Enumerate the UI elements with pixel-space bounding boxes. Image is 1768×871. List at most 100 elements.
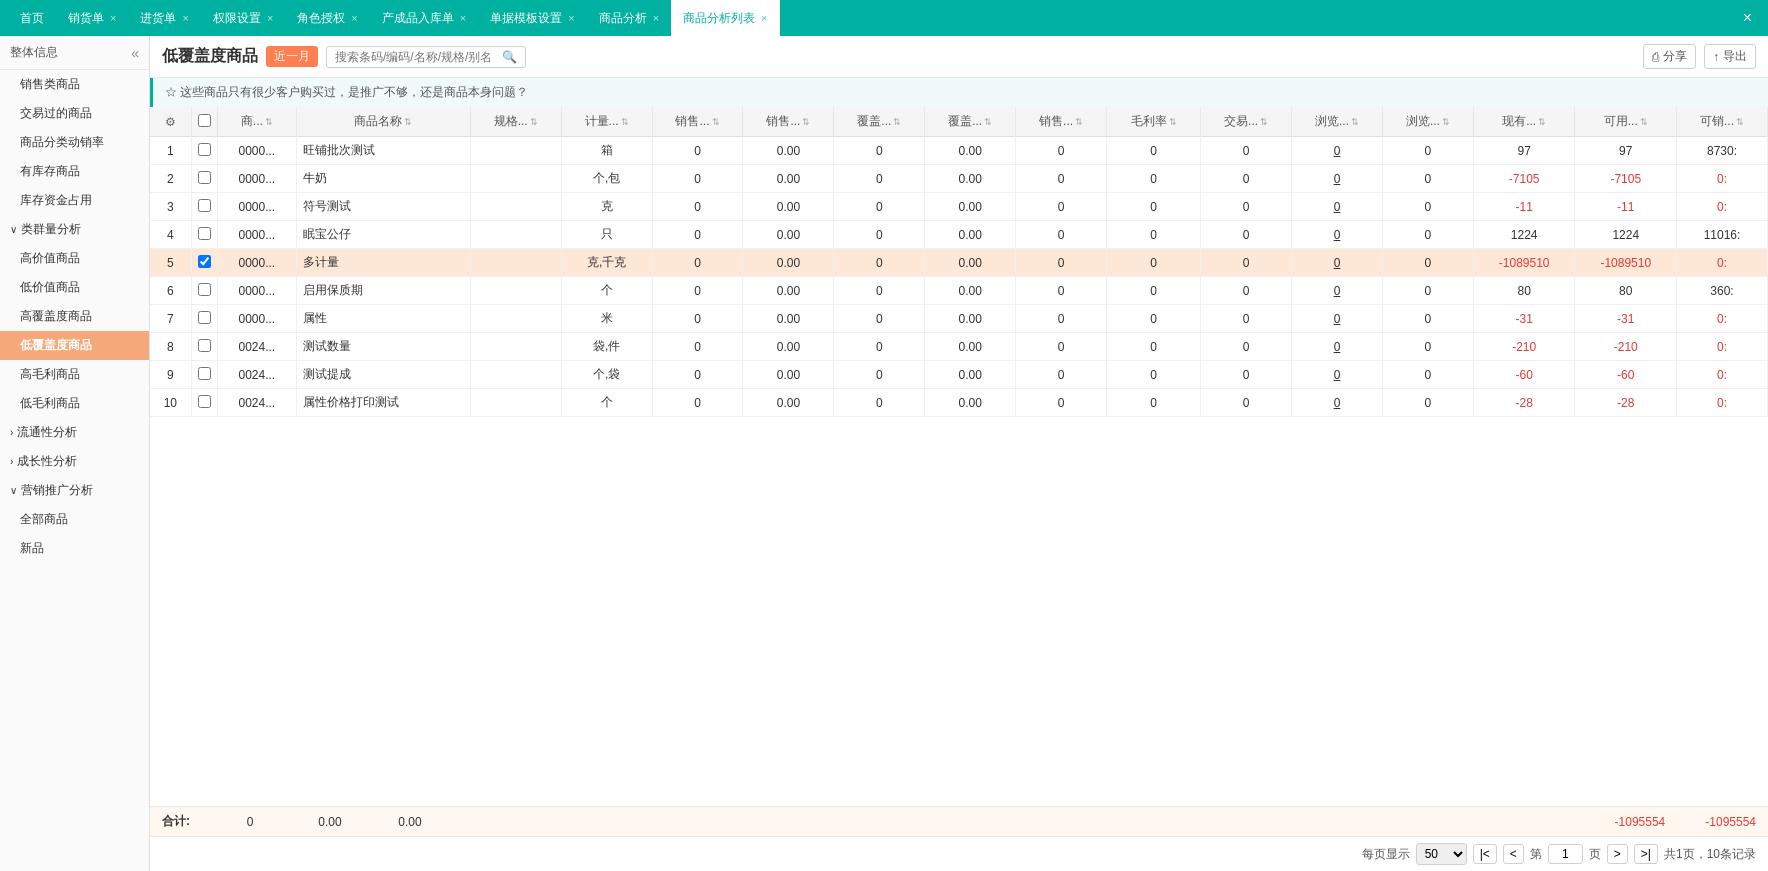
col-stock2[interactable]: 可用...⇅ [1575, 107, 1677, 137]
col-gross-margin[interactable]: 毛利率⇅ [1107, 107, 1201, 137]
cell-checkbox[interactable] [191, 221, 217, 249]
col-code[interactable]: 商...⇅ [217, 107, 296, 137]
view1-link[interactable]: 0 [1334, 284, 1341, 298]
select-all-checkbox[interactable] [198, 114, 211, 127]
page-number-input[interactable] [1548, 844, 1583, 864]
nav-permission-settings-close[interactable]: × [267, 12, 273, 24]
nav-finished-product[interactable]: 产成品入库单 × [370, 0, 478, 36]
per-page-select[interactable]: 50 100 200 [1416, 843, 1467, 865]
cell-checkbox[interactable] [191, 137, 217, 165]
cell-view1[interactable]: 0 [1292, 277, 1383, 305]
col-settings[interactable]: ⚙ [150, 107, 191, 137]
view1-link[interactable]: 0 [1334, 172, 1341, 186]
cell-view1[interactable]: 0 [1292, 165, 1383, 193]
col-name[interactable]: 商品名称⇅ [296, 107, 470, 137]
time-filter-button[interactable]: 近一月 [266, 46, 318, 67]
sidebar-item-new-goods[interactable]: 新品 [0, 534, 149, 563]
sidebar-item-high-value[interactable]: 高价值商品 [0, 244, 149, 273]
nav-template-settings-close[interactable]: × [568, 12, 574, 24]
cell-view1[interactable]: 0 [1292, 193, 1383, 221]
cell-checkbox[interactable] [191, 193, 217, 221]
nav-role-auth[interactable]: 角色授权 × [285, 0, 369, 36]
nav-product-analysis-close[interactable]: × [653, 12, 659, 24]
nav-sales-order-close[interactable]: × [110, 12, 116, 24]
share-button[interactable]: ⎙ 分享 [1643, 44, 1696, 69]
col-cover1[interactable]: 覆盖...⇅ [834, 107, 925, 137]
nav-close-all[interactable]: × [1735, 9, 1760, 27]
export-button[interactable]: ↑ 导出 [1704, 44, 1756, 69]
col-sales-amt[interactable]: 销售...⇅ [743, 107, 834, 137]
cell-view1[interactable]: 0 [1292, 361, 1383, 389]
cell-checkbox[interactable] [191, 165, 217, 193]
sidebar-item-high-margin[interactable]: 高毛利商品 [0, 360, 149, 389]
cell-checkbox[interactable] [191, 277, 217, 305]
nav-product-analysis-list[interactable]: 商品分析列表 × [671, 0, 779, 36]
sidebar-collapse-icon[interactable]: « [131, 45, 139, 61]
col-trade[interactable]: 交易...⇅ [1201, 107, 1292, 137]
col-cover2[interactable]: 覆盖...⇅ [925, 107, 1016, 137]
col-unit[interactable]: 计量...⇅ [561, 107, 652, 137]
nav-product-analysis-list-close[interactable]: × [761, 12, 767, 24]
nav-purchase-order-close[interactable]: × [182, 12, 188, 24]
sidebar-item-sales-goods[interactable]: 销售类商品 [0, 70, 149, 99]
pagination-last[interactable]: >| [1634, 844, 1658, 864]
view1-link[interactable]: 0 [1334, 312, 1341, 326]
nav-purchase-order[interactable]: 进货单 × [128, 0, 200, 36]
row-checkbox[interactable] [198, 171, 211, 184]
view1-link[interactable]: 0 [1334, 256, 1341, 270]
row-checkbox[interactable] [198, 199, 211, 212]
nav-template-settings[interactable]: 单据模板设置 × [478, 0, 586, 36]
nav-sales-order[interactable]: 销货单 × [56, 0, 128, 36]
nav-role-auth-close[interactable]: × [351, 12, 357, 24]
cell-view1[interactable]: 0 [1292, 333, 1383, 361]
view1-link[interactable]: 0 [1334, 340, 1341, 354]
cell-checkbox[interactable] [191, 249, 217, 277]
view1-link[interactable]: 0 [1334, 200, 1341, 214]
pagination-next[interactable]: > [1607, 844, 1628, 864]
sidebar-item-category-turnover[interactable]: 商品分类动销率 [0, 128, 149, 157]
sidebar-item-stock-capital[interactable]: 库存资金占用 [0, 186, 149, 215]
sidebar-item-stocked-goods[interactable]: 有库存商品 [0, 157, 149, 186]
col-view1[interactable]: 浏览...⇅ [1292, 107, 1383, 137]
cell-checkbox[interactable] [191, 389, 217, 417]
row-checkbox[interactable] [198, 395, 211, 408]
settings-icon[interactable]: ⚙ [165, 115, 176, 129]
col-sales-qty[interactable]: 销售...⇅ [652, 107, 743, 137]
row-checkbox[interactable] [198, 339, 211, 352]
col-sales3[interactable]: 销售...⇅ [1016, 107, 1107, 137]
col-view2[interactable]: 浏览...⇅ [1382, 107, 1473, 137]
col-stock1[interactable]: 现有...⇅ [1473, 107, 1575, 137]
pagination-prev[interactable]: < [1503, 844, 1524, 864]
cell-checkbox[interactable] [191, 361, 217, 389]
col-checkbox[interactable] [191, 107, 217, 137]
cell-checkbox[interactable] [191, 305, 217, 333]
col-stock3[interactable]: 可销...⇅ [1677, 107, 1768, 137]
row-checkbox[interactable] [198, 283, 211, 296]
view1-link[interactable]: 0 [1334, 228, 1341, 242]
row-checkbox[interactable] [198, 227, 211, 240]
nav-home[interactable]: 首页 [8, 0, 56, 36]
sidebar-item-low-coverage[interactable]: 低覆盖度商品 [0, 331, 149, 360]
sidebar-item-all-goods[interactable]: 全部商品 [0, 505, 149, 534]
col-spec[interactable]: 规格...⇅ [470, 107, 561, 137]
row-checkbox[interactable] [198, 311, 211, 324]
row-checkbox[interactable] [198, 143, 211, 156]
cell-checkbox[interactable] [191, 333, 217, 361]
view1-link[interactable]: 0 [1334, 144, 1341, 158]
table-wrapper[interactable]: ⚙ 商...⇅ 商品名称⇅ 规格...⇅ 计量...⇅ 销售...⇅ 销售...… [150, 107, 1768, 806]
cell-view1[interactable]: 0 [1292, 221, 1383, 249]
sidebar-item-low-margin[interactable]: 低毛利商品 [0, 389, 149, 418]
row-checkbox[interactable] [198, 255, 211, 268]
sidebar-section-cluster[interactable]: ∨ 类群量分析 [0, 215, 149, 244]
view1-link[interactable]: 0 [1334, 368, 1341, 382]
search-input[interactable] [335, 50, 502, 64]
sidebar-item-low-value[interactable]: 低价值商品 [0, 273, 149, 302]
sidebar-section-marketing[interactable]: ∨ 营销推广分析 [0, 476, 149, 505]
nav-product-analysis[interactable]: 商品分析 × [587, 0, 671, 36]
cell-view1[interactable]: 0 [1292, 305, 1383, 333]
nav-permission-settings[interactable]: 权限设置 × [201, 0, 285, 36]
sidebar-section-growth[interactable]: › 成长性分析 [0, 447, 149, 476]
pagination-first[interactable]: |< [1473, 844, 1497, 864]
view1-link[interactable]: 0 [1334, 396, 1341, 410]
cell-view1[interactable]: 0 [1292, 137, 1383, 165]
